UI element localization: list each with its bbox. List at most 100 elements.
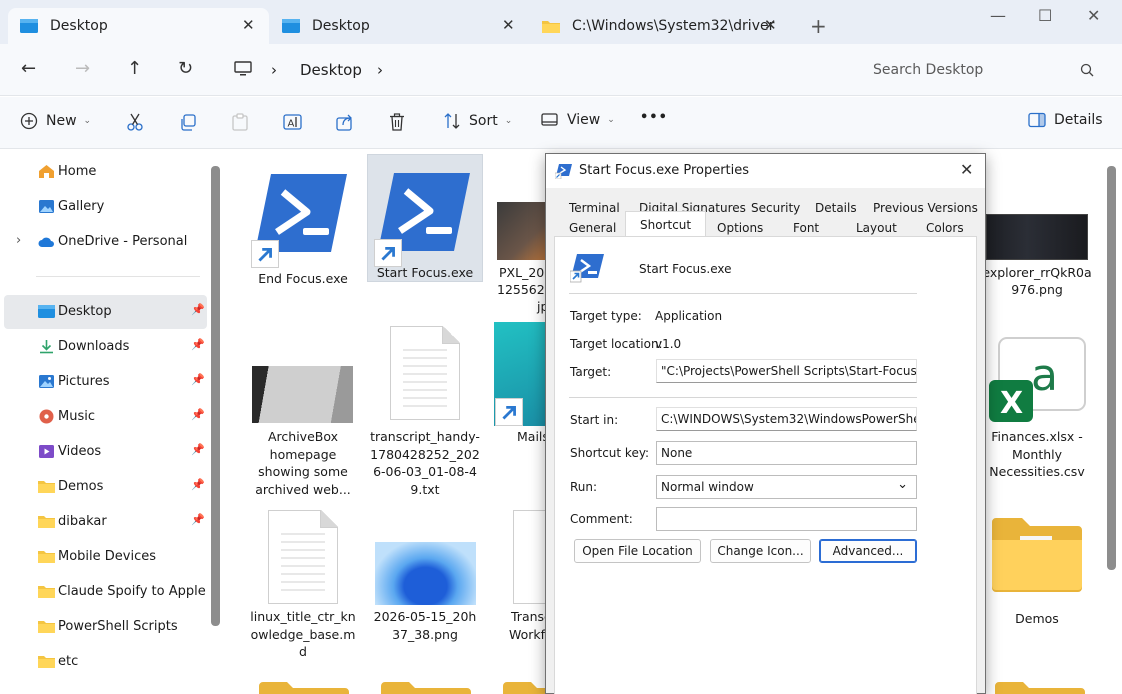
file-start-focus[interactable]: Start Focus.exe: [367, 154, 483, 282]
sort-button[interactable]: Sort ⌄: [443, 112, 512, 130]
file-explorer-png[interactable]: explorer_rrQkR0a 976.png: [982, 208, 1092, 308]
pin-icon[interactable]: 📌: [191, 478, 205, 491]
sidebar-item-mobile-devices[interactable]: Mobile Devices: [0, 540, 208, 574]
music-icon: [39, 409, 54, 424]
sidebar-item-onedrive[interactable]: › OneDrive - Personal: [0, 225, 208, 259]
shortcut-tab-panel: Start Focus.exe Target type: Application…: [554, 236, 977, 694]
tab-terminal[interactable]: Terminal: [569, 198, 620, 218]
sidebar-item-desktop[interactable]: Desktop 📌: [4, 295, 207, 329]
file-name: Finances.xlsx -: [991, 429, 1083, 444]
view-button[interactable]: View ⌄: [541, 112, 615, 128]
content-scrollbar[interactable]: [1107, 166, 1116, 570]
file-name: 1780428252_202: [370, 446, 480, 462]
file-transcript-txt[interactable]: transcript_handy- 1780428252_202 6-06-03…: [367, 326, 483, 498]
search-input[interactable]: Search Desktop: [873, 62, 983, 78]
folder-icon: [38, 621, 55, 633]
file-archivebox-image[interactable]: ArchiveBox homepage showing some archive…: [245, 360, 361, 500]
sidebar-item-dibakar[interactable]: dibakar 📌: [0, 505, 208, 539]
back-button[interactable]: ←: [21, 58, 36, 79]
tab-close-icon[interactable]: ✕: [242, 16, 255, 34]
search-box[interactable]: Search Desktop: [858, 53, 1108, 87]
tab-close-icon[interactable]: ✕: [764, 16, 777, 34]
more-options-button[interactable]: •••: [640, 110, 668, 125]
powershell-shortcut-icon: [570, 254, 604, 283]
file-name: End Focus.exe: [258, 271, 348, 286]
new-tab-button[interactable]: +: [810, 14, 827, 38]
target-location-value: v1.0: [655, 337, 682, 351]
advanced-button[interactable]: Advanced...: [819, 539, 917, 563]
file-linux-md[interactable]: linux_title_ctr_kn owledge_base.m d: [245, 508, 361, 668]
pin-icon[interactable]: 📌: [191, 373, 205, 386]
refresh-button[interactable]: ↻: [178, 58, 193, 79]
sidebar-item-powershell-scripts[interactable]: PowerShell Scripts: [0, 610, 208, 644]
tab-details[interactable]: Details: [815, 198, 857, 218]
sidebar-item-videos[interactable]: Videos 📌: [0, 435, 208, 469]
dialog-close-button[interactable]: ✕: [960, 160, 973, 179]
tab-drivers[interactable]: C:\Windows\System32\driver ✕: [530, 8, 788, 44]
shortcut-key-field[interactable]: None: [656, 441, 917, 465]
search-icon[interactable]: [1080, 63, 1094, 77]
tab-shortcut[interactable]: Shortcut: [625, 211, 707, 237]
run-select[interactable]: Normal window ⌄: [656, 475, 917, 499]
tab-previous-versions[interactable]: Previous Versions: [873, 198, 978, 218]
share-icon[interactable]: [336, 113, 354, 131]
tab-security[interactable]: Security: [751, 198, 800, 218]
tab-colors[interactable]: Colors: [926, 218, 964, 238]
sidebar-item-gallery[interactable]: Gallery: [0, 190, 208, 224]
download-arrow-icon: [40, 340, 53, 354]
tab-options[interactable]: Options: [717, 218, 763, 238]
file-end-focus[interactable]: End Focus.exe: [245, 158, 361, 286]
tab-desktop-2[interactable]: Desktop ✕: [270, 8, 526, 44]
new-button[interactable]: New ⌄: [20, 112, 91, 130]
sidebar-item-etc[interactable]: etc: [0, 645, 208, 679]
file-transcript-workflow[interactable]: Transc Workfl: [493, 508, 553, 648]
file-mails[interactable]: Mails: [493, 320, 549, 450]
pin-icon[interactable]: 📌: [191, 513, 205, 526]
sidebar-scrollbar[interactable]: [211, 166, 220, 626]
sidebar-item-claude-spoify[interactable]: Claude Spoify to Apple M: [0, 575, 208, 609]
close-window-button[interactable]: ✕: [1087, 6, 1100, 25]
breadcrumb-expander[interactable]: ›: [377, 61, 383, 79]
comment-field[interactable]: [656, 507, 917, 531]
tab-close-icon[interactable]: ✕: [502, 16, 515, 34]
monitor-icon[interactable]: [234, 61, 252, 77]
breadcrumb-separator[interactable]: ›: [271, 61, 277, 79]
sidebar-item-home[interactable]: Home: [0, 155, 208, 189]
copy-icon[interactable]: [179, 114, 196, 131]
file-name: Monthly: [1011, 446, 1063, 462]
pin-icon[interactable]: 📌: [191, 408, 205, 421]
file-screenshot-png[interactable]: 2026-05-15_20h 37_38.png: [367, 536, 483, 656]
tab-font[interactable]: Font: [793, 218, 819, 238]
pin-icon[interactable]: 📌: [191, 443, 205, 456]
expand-chevron-icon[interactable]: ›: [16, 233, 21, 248]
shortcut-arrow-icon: [374, 239, 402, 267]
start-in-field[interactable]: C:\WINDOWS\System32\WindowsPowerShell\v: [656, 407, 917, 431]
folder-demos[interactable]: Demos: [982, 510, 1092, 630]
forward-button[interactable]: →: [75, 58, 90, 79]
view-icon: [541, 113, 558, 126]
breadcrumb-location[interactable]: Desktop: [300, 61, 362, 79]
start-in-label: Start in:: [570, 413, 619, 427]
minimize-button[interactable]: —: [990, 6, 1006, 25]
up-button[interactable]: ↑: [127, 58, 142, 79]
tab-desktop-active[interactable]: Desktop ✕: [8, 8, 269, 44]
open-file-location-button[interactable]: Open File Location: [574, 539, 701, 563]
tab-general[interactable]: General: [569, 218, 616, 238]
pin-icon[interactable]: 📌: [191, 338, 205, 351]
sidebar-item-pictures[interactable]: Pictures 📌: [0, 365, 208, 399]
file-finances-csv[interactable]: aX Finances.xlsx - Monthly Necessities.c…: [982, 336, 1092, 486]
sidebar-item-downloads[interactable]: Downloads 📌: [0, 330, 208, 364]
dialog-title-bar[interactable]: Start Focus.exe Properties ✕: [546, 154, 985, 188]
details-pane-button[interactable]: Details: [1028, 112, 1103, 128]
change-icon-button[interactable]: Change Icon...: [710, 539, 811, 563]
maximize-button[interactable]: ☐: [1038, 6, 1052, 25]
paste-icon[interactable]: [232, 113, 248, 131]
sidebar-item-music[interactable]: Music 📌: [0, 400, 208, 434]
pin-icon[interactable]: 📌: [191, 303, 205, 316]
target-field[interactable]: "C:\Projects\PowerShell Scripts\Start-Fo…: [656, 359, 917, 383]
sidebar-item-demos[interactable]: Demos 📌: [0, 470, 208, 504]
delete-icon[interactable]: [389, 113, 405, 131]
cut-icon[interactable]: [126, 113, 144, 131]
rename-icon[interactable]: A: [283, 113, 302, 131]
tab-layout[interactable]: Layout: [856, 218, 897, 238]
